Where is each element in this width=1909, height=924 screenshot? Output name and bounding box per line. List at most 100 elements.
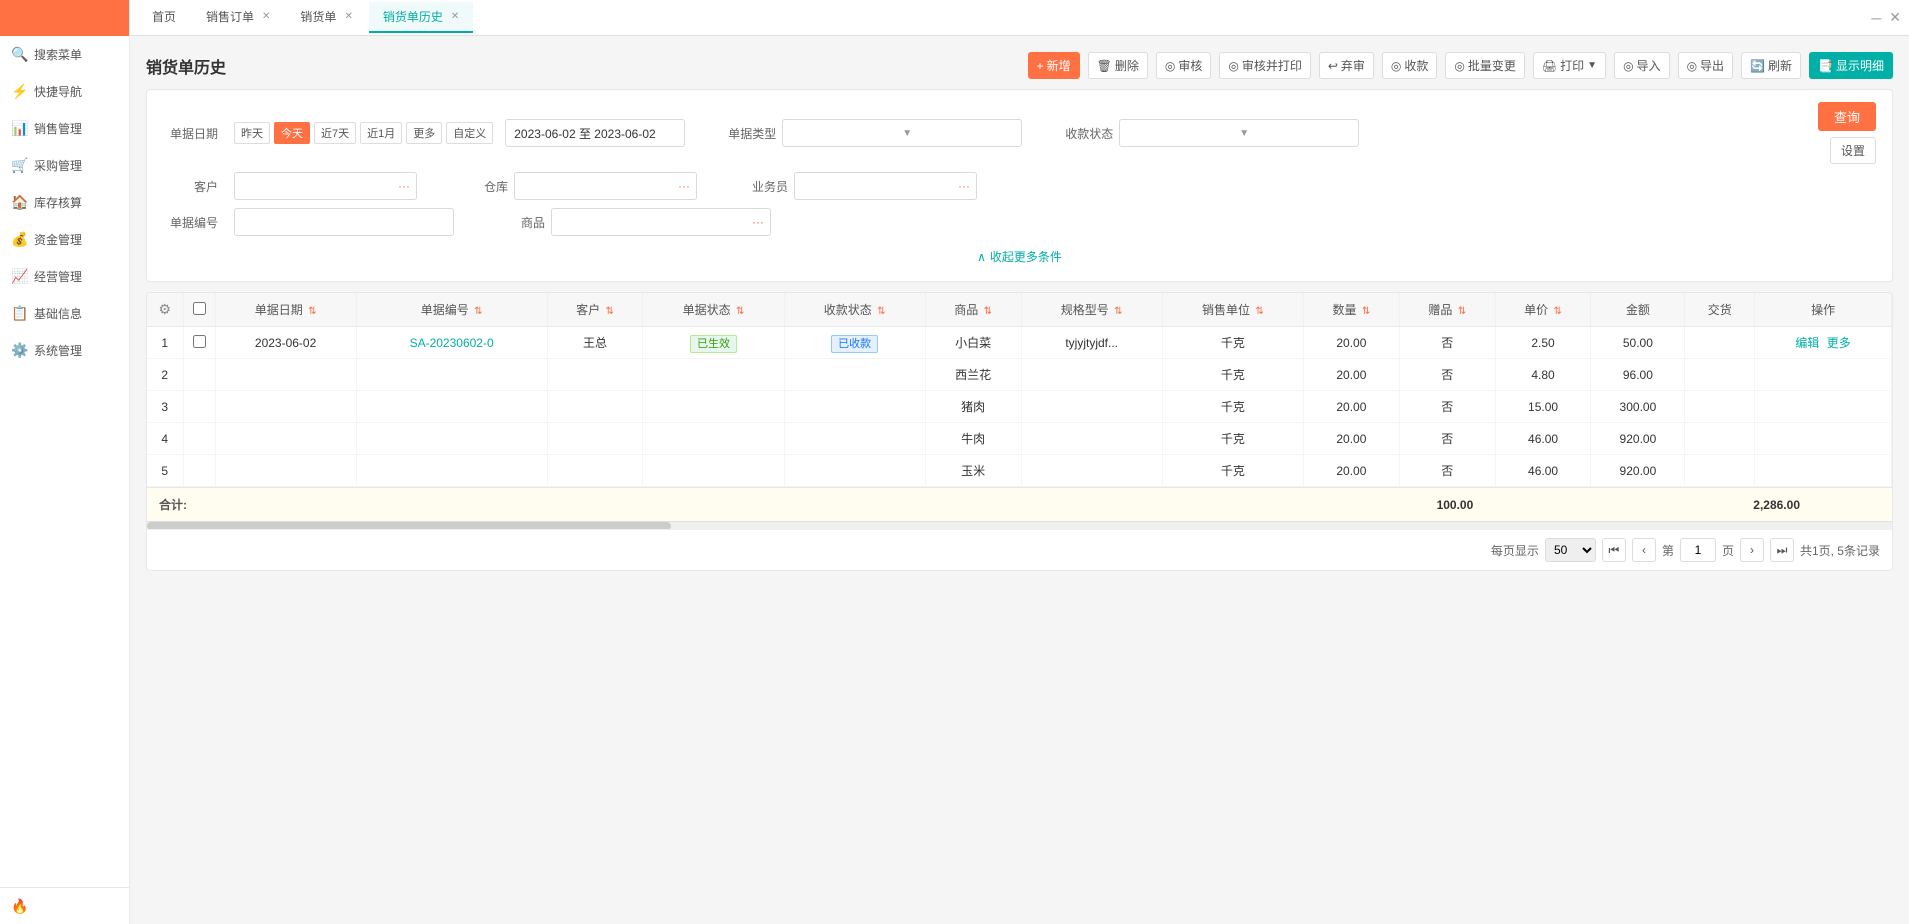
th-doc-status[interactable]: 单据状态 ⇅: [643, 293, 784, 327]
tab-sales-delivery[interactable]: 销货单 ✕: [286, 2, 366, 33]
cell-doc-status-4: [643, 423, 784, 455]
window-close-icon[interactable]: ✕: [1889, 9, 1901, 26]
product-input-wrapper: ···: [551, 208, 771, 236]
date-btn-today[interactable]: 今天: [274, 122, 310, 144]
batch-change-icon: ◎: [1454, 59, 1464, 73]
date-btn-7days[interactable]: 近7天: [314, 122, 356, 144]
print-button[interactable]: 🖨 打印 ▼: [1533, 52, 1606, 79]
th-spec[interactable]: 规格型号 ⇅: [1021, 293, 1162, 327]
th-collect-status[interactable]: 收款状态 ⇅: [784, 293, 925, 327]
edit-link-1[interactable]: 编辑: [1795, 336, 1819, 350]
tab-home[interactable]: 首页: [138, 2, 190, 33]
sidebar-bottom: 🔥: [0, 887, 129, 924]
toolbar: + 新增 🗑 删除 ◎ 审核 ◎ 审核并打印 ↩ 弃审: [1028, 52, 1893, 79]
sys-mgmt-icon: ⚙️: [12, 343, 28, 359]
collect-button[interactable]: ◎ 收款: [1382, 52, 1438, 79]
sidebar-item-search-menu[interactable]: 🔍 搜索菜单: [0, 36, 129, 73]
more-link-1[interactable]: 更多: [1827, 336, 1851, 350]
th-unit[interactable]: 销售单位 ⇅: [1162, 293, 1303, 327]
date-btn-more[interactable]: 更多: [406, 122, 442, 144]
cell-checkbox-2: [183, 359, 215, 391]
filter-collapse-btn[interactable]: ∧ 收起更多条件: [163, 244, 1876, 269]
staff-dots-icon[interactable]: ···: [958, 179, 970, 193]
tab-sales-order[interactable]: 销售订单 ✕: [192, 2, 284, 33]
th-doc-no[interactable]: 单据编号 ⇅: [356, 293, 547, 327]
th-doc-no-label: 单据编号: [421, 303, 469, 317]
gear-settings-icon[interactable]: ⚙: [153, 301, 177, 318]
doc-no-input[interactable]: [234, 208, 454, 236]
warehouse-dots-icon[interactable]: ···: [678, 179, 690, 193]
th-collect-status-label: 收款状态: [824, 303, 872, 317]
th-price[interactable]: 单价 ⇅: [1495, 293, 1591, 327]
warehouse-input[interactable]: [521, 179, 676, 193]
staff-input[interactable]: [801, 179, 956, 193]
cell-row-num-1: 1: [147, 327, 183, 359]
data-table: ⚙ 单据日期 ⇅ 单据编号 ⇅: [146, 292, 1893, 571]
show-detail-button[interactable]: 📑 显示明细: [1809, 52, 1893, 79]
select-all-checkbox[interactable]: [193, 302, 206, 315]
date-btn-1month[interactable]: 近1月: [360, 122, 402, 144]
refresh-button[interactable]: 🔄 刷新: [1741, 52, 1801, 79]
audit-button[interactable]: ◎ 审核: [1156, 52, 1212, 79]
cell-collect-status-5: [784, 455, 925, 487]
sidebar-item-sales-mgmt[interactable]: 📊 销售管理: [0, 110, 129, 147]
th-product[interactable]: 商品 ⇅: [925, 293, 1021, 327]
tab-sales-history-close[interactable]: ✕: [451, 11, 459, 22]
sidebar-item-ops-mgmt[interactable]: 📈 经营管理: [0, 258, 129, 295]
sidebar-item-label: 系统管理: [34, 342, 82, 359]
date-btn-custom[interactable]: 自定义: [446, 122, 493, 144]
scroll-thumb[interactable]: [147, 522, 671, 529]
add-button[interactable]: + 新增: [1028, 52, 1080, 79]
table-row: 3 猪肉 千克 20.00 否 15.00 300.00: [147, 391, 1892, 423]
batch-change-button[interactable]: ◎ 批量变更: [1445, 52, 1525, 79]
th-qty[interactable]: 数量 ⇅: [1303, 293, 1399, 327]
prev-page-button[interactable]: ‹: [1632, 538, 1656, 562]
window-minimize-icon[interactable]: ─: [1871, 10, 1881, 26]
delete-button[interactable]: 🗑 删除: [1088, 52, 1148, 79]
tab-sales-history[interactable]: 销货单历史 ✕: [369, 2, 473, 33]
first-page-button[interactable]: ⏮: [1602, 538, 1626, 562]
doc-type-select[interactable]: ▼: [782, 119, 1022, 147]
import-button[interactable]: ◎ 导入: [1614, 52, 1670, 79]
audit-print-button[interactable]: ◎ 审核并打印: [1219, 52, 1311, 79]
tab-sales-delivery-close[interactable]: ✕: [344, 11, 352, 22]
import-icon: ◎: [1623, 59, 1633, 73]
page-content: 销货单历史 + 新增 🗑 删除 ◎ 审核 ◎ 审核并打印: [130, 36, 1909, 924]
per-page-select[interactable]: 50 100 200: [1545, 538, 1596, 562]
export-button[interactable]: ◎ 导出: [1678, 52, 1734, 79]
product-dots-icon[interactable]: ···: [752, 215, 764, 229]
sidebar-item-inventory-calc[interactable]: 🏠 库存核算: [0, 184, 129, 221]
collect-status-select[interactable]: ▼: [1119, 119, 1359, 147]
cell-spec-5: [1021, 455, 1162, 487]
th-customer[interactable]: 客户 ⇅: [547, 293, 643, 327]
sidebar-bottom-fire[interactable]: 🔥: [0, 888, 129, 924]
next-page-button[interactable]: ›: [1740, 538, 1764, 562]
sidebar-item-sys-mgmt[interactable]: ⚙️ 系统管理: [0, 332, 129, 369]
tab-sales-order-close[interactable]: ✕: [262, 11, 270, 22]
cell-customer-5: [547, 455, 643, 487]
cell-action-3: [1755, 391, 1892, 423]
date-btn-yesterday[interactable]: 昨天: [234, 122, 270, 144]
sidebar-item-quick-nav[interactable]: ⚡ 快捷导航: [0, 73, 129, 110]
query-button[interactable]: 查询: [1818, 102, 1876, 131]
import-label: 导入: [1637, 57, 1661, 74]
doc-no-link-1[interactable]: SA-20230602-0: [410, 336, 494, 350]
sidebar-item-purchase-mgmt[interactable]: 🛒 采购管理: [0, 147, 129, 184]
cell-checkbox-5: [183, 455, 215, 487]
product-input[interactable]: [558, 215, 750, 229]
customer-dots-icon[interactable]: ···: [398, 179, 410, 193]
sidebar-item-basic-info[interactable]: 📋 基础信息: [0, 295, 129, 332]
customer-input[interactable]: [241, 179, 396, 193]
th-gift[interactable]: 赠品 ⇅: [1399, 293, 1495, 327]
settings-button[interactable]: 设置: [1830, 137, 1876, 164]
last-page-button[interactable]: ⏭: [1770, 538, 1794, 562]
row-checkbox-1[interactable]: [193, 335, 206, 348]
sidebar-item-finance-mgmt[interactable]: 💰 资金管理: [0, 221, 129, 258]
cell-doc-no-3: [356, 391, 547, 423]
page-number-input[interactable]: [1680, 538, 1716, 562]
th-doc-date[interactable]: 单据日期 ⇅: [215, 293, 356, 327]
sidebar-item-label: 资金管理: [34, 231, 82, 248]
date-range-input[interactable]: [505, 119, 685, 147]
horizontal-scrollbar[interactable]: [147, 521, 1892, 529]
abandon-button[interactable]: ↩ 弃审: [1319, 52, 1374, 79]
